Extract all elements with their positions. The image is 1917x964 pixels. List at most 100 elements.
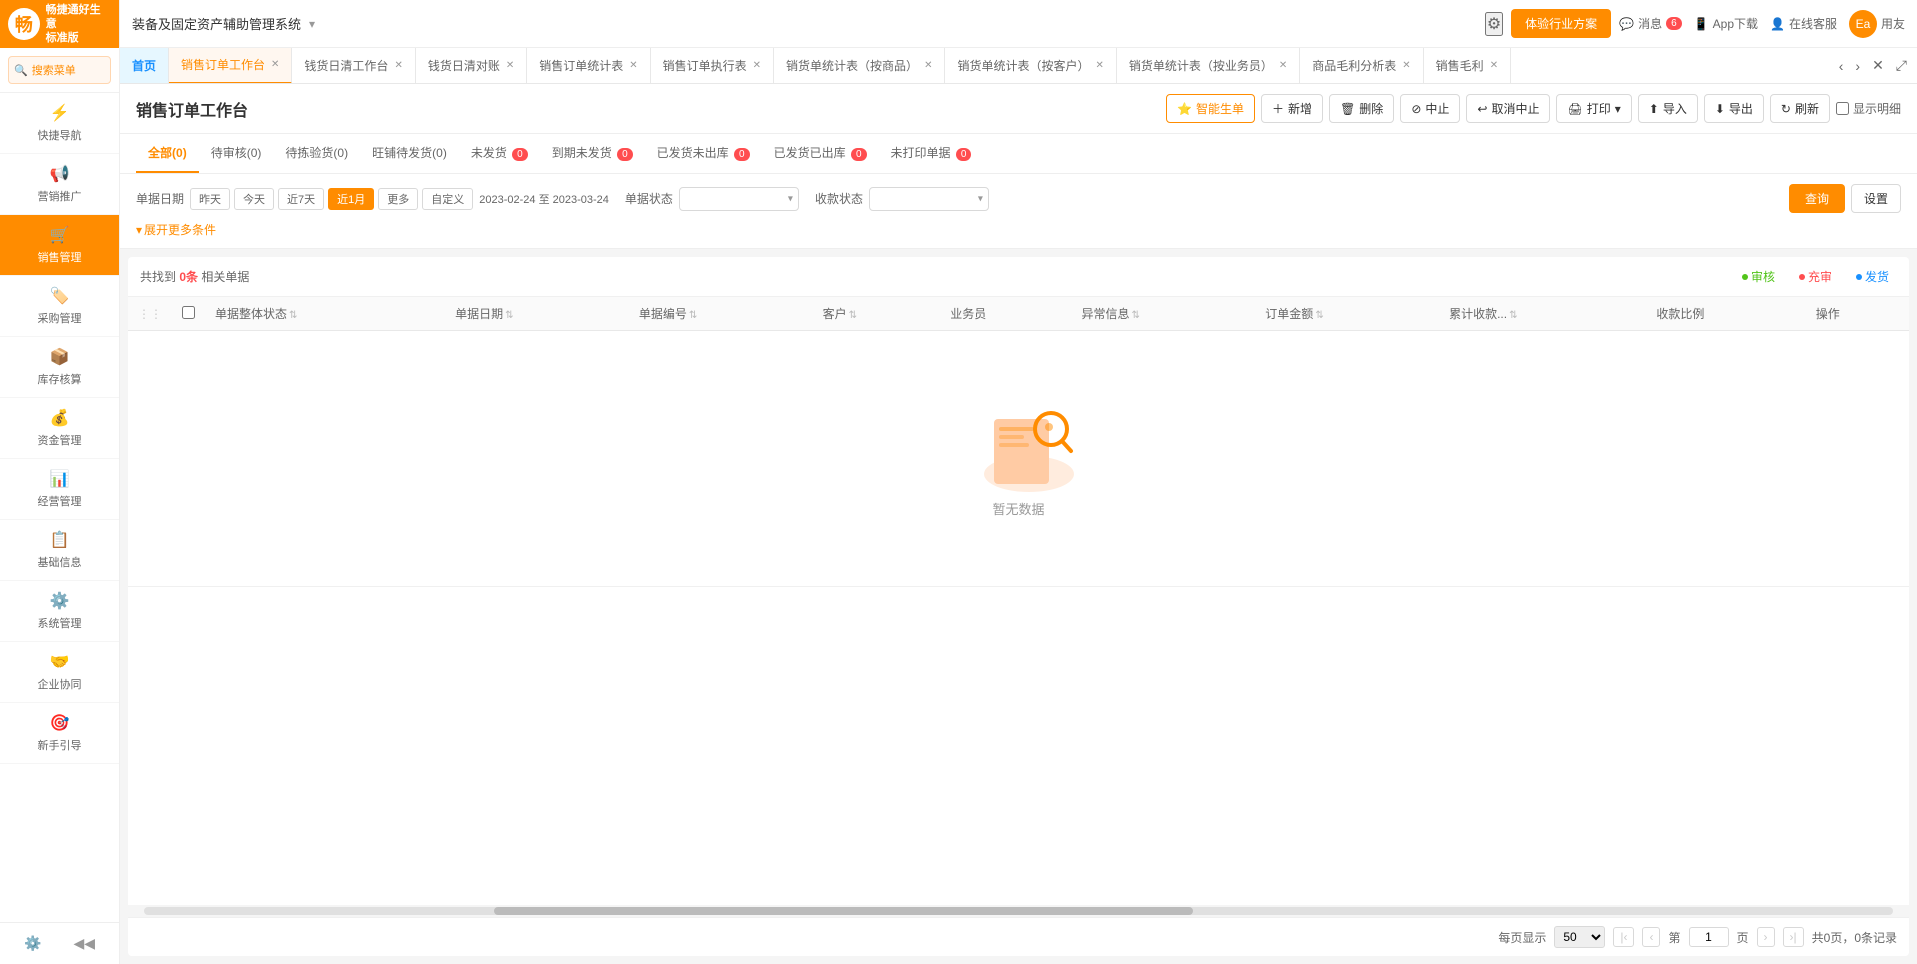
tab-close-sales-exec[interactable]: ✕ [753, 60, 761, 71]
tab-sales-sum-customer[interactable]: 销货单统计表（按客户） ✕ [945, 48, 1116, 84]
tab-home[interactable]: 首页 [120, 48, 169, 84]
message-button[interactable]: 💬 消息 6 [1619, 15, 1682, 32]
ship-action-button[interactable]: 发货 [1848, 265, 1897, 288]
tab-sales-sum-staff[interactable]: 销货单统计表（按业务员） ✕ [1117, 48, 1300, 84]
tab-close-sales-sum-product[interactable]: ✕ [924, 60, 932, 71]
next-page-button[interactable]: › [1757, 927, 1775, 947]
tab-close-all-button[interactable]: ✕ [1868, 55, 1888, 76]
collapse-sidebar-button[interactable]: ◀◀ [69, 931, 99, 956]
select-all-checkbox[interactable] [182, 306, 195, 319]
tab-cash-daily[interactable]: 钱货日清工作台 ✕ [292, 48, 415, 84]
sub-tab-all[interactable]: 全部(0) [136, 134, 199, 173]
query-button[interactable]: 查询 [1789, 184, 1845, 213]
tab-close-sales-profit[interactable]: ✕ [1490, 60, 1498, 71]
sub-tab-not-shipped[interactable]: 未发货 0 [459, 134, 540, 173]
sidebar-item-inventory[interactable]: 📦 库存核算 [0, 337, 119, 398]
filter-payment-label: 收款状态 [815, 190, 863, 207]
show-detail-checkbox[interactable] [1836, 102, 1849, 115]
expand-filter-button[interactable]: ▾ 展开更多条件 [136, 221, 216, 238]
tab-close-product-margin[interactable]: ✕ [1402, 60, 1410, 71]
purchase-icon: 🏷️ [50, 286, 70, 306]
tab-sales-exec[interactable]: 销售订单执行表 ✕ [651, 48, 774, 84]
sub-tab-shipped-not-out[interactable]: 已发货未出库 0 [645, 134, 762, 173]
sort-customer-icon[interactable]: ⇅ [849, 310, 857, 321]
prev-page-button[interactable]: ‹ [1642, 927, 1660, 947]
sub-tab-shipped-out[interactable]: 已发货已出库 0 [762, 134, 879, 173]
sidebar-item-finance[interactable]: 💰 资金管理 [0, 398, 119, 459]
cancel-stop-button[interactable]: ↩ 取消中止 [1466, 94, 1550, 123]
online-service-button[interactable]: 👤 在线客服 [1770, 15, 1837, 32]
user-avatar: Ea [1849, 10, 1877, 38]
sidebar-item-guide[interactable]: 🎯 新手引导 [0, 703, 119, 764]
show-detail-label: 显示明细 [1836, 100, 1901, 117]
first-page-button[interactable]: |‹ [1613, 927, 1634, 947]
sort-abnormal-icon[interactable]: ⇅ [1132, 310, 1140, 321]
tab-close-sales-sum-customer[interactable]: ✕ [1095, 60, 1103, 71]
sidebar-item-quick-nav[interactable]: ⚡ 快捷导航 [0, 93, 119, 154]
tab-sales-profit[interactable]: 销售毛利 ✕ [1424, 48, 1511, 84]
tab-sales-stats[interactable]: 销售订单统计表 ✕ [527, 48, 650, 84]
sub-tab-pending[interactable]: 待审核(0) [199, 134, 274, 173]
sidebar-item-purchase[interactable]: 🏷️ 采购管理 [0, 276, 119, 337]
tab-sales-sum-product[interactable]: 销货单统计表（按商品） ✕ [774, 48, 945, 84]
sidebar-item-operations[interactable]: 📊 经营管理 [0, 459, 119, 520]
tab-close-sales-sum-staff[interactable]: ✕ [1279, 60, 1287, 71]
sort-amount-icon[interactable]: ⇅ [1315, 310, 1323, 321]
sub-tab-wangpu[interactable]: 旺铺待发货(0) [360, 134, 459, 173]
filter-date-yesterday[interactable]: 昨天 [190, 188, 230, 210]
smart-order-button[interactable]: ⭐ 智能生单 [1166, 94, 1255, 123]
sort-status-icon[interactable]: ⇅ [289, 310, 297, 321]
sidebar-item-enterprise[interactable]: 🤝 企业协同 [0, 642, 119, 703]
print-button[interactable]: 🖨 打印 ▾ [1556, 94, 1631, 123]
tab-close-cash-reconcile[interactable]: ✕ [506, 60, 514, 71]
sub-tab-overdue-ship[interactable]: 到期未发货 0 [540, 134, 645, 173]
page-input[interactable] [1689, 927, 1729, 947]
tab-close-sales-order-desk[interactable]: ✕ [271, 59, 279, 70]
pagination: 每页显示 10 20 50 100 |‹ ‹ 第 页 › ›| 共0页，0条记录 [128, 917, 1909, 956]
filter-date-today[interactable]: 今天 [234, 188, 274, 210]
sidebar-item-marketing[interactable]: 📢 营销推广 [0, 154, 119, 215]
industry-solution-button[interactable]: 体验行业方案 [1511, 9, 1611, 38]
tab-fullscreen-button[interactable]: ⤢ [1892, 55, 1911, 76]
search-menu-button[interactable]: 🔍 搜索菜单 [8, 56, 111, 84]
sidebar-item-basic[interactable]: 📋 基础信息 [0, 520, 119, 581]
add-button[interactable]: ＋ 新增 [1261, 94, 1323, 123]
tab-next-button[interactable]: › [1851, 56, 1864, 76]
col-amount: 订单金额⇅ [1255, 297, 1439, 331]
filter-payment-select[interactable] [869, 187, 989, 211]
tab-sales-order-desk[interactable]: 销售订单工作台 ✕ [169, 48, 292, 84]
sub-tab-pending-check[interactable]: 待拣验货(0) [273, 134, 360, 173]
delete-button[interactable]: 🗑 删除 [1329, 94, 1394, 123]
tab-cash-reconcile[interactable]: 钱货日清对账 ✕ [416, 48, 527, 84]
refresh-button[interactable]: ↻ 刷新 [1770, 94, 1830, 123]
sub-tab-not-printed[interactable]: 未打印单据 0 [879, 134, 984, 173]
per-page-select[interactable]: 10 20 50 100 [1554, 926, 1605, 948]
tab-product-margin[interactable]: 商品毛利分析表 ✕ [1300, 48, 1423, 84]
stop-button[interactable]: ⊘ 中止 [1400, 94, 1460, 123]
horizontal-scrollbar-thumb[interactable] [494, 907, 1194, 915]
import-button[interactable]: ⬆ 导入 [1638, 94, 1698, 123]
sort-date-icon[interactable]: ⇅ [505, 310, 513, 321]
last-page-button[interactable]: ›| [1783, 927, 1804, 947]
tab-close-cash-daily[interactable]: ✕ [394, 60, 402, 71]
filter-date-7days[interactable]: 近7天 [278, 188, 324, 210]
app-download-button[interactable]: 📱 App下载 [1694, 15, 1758, 32]
filter-date-more[interactable]: 更多 [378, 188, 418, 210]
user-menu-button[interactable]: Ea 用友 [1849, 10, 1905, 38]
audit-action-button[interactable]: 审核 [1734, 265, 1783, 288]
topbar-settings-button[interactable]: ⚙ [1485, 12, 1503, 36]
sidebar-item-system[interactable]: ⚙️ 系统管理 [0, 581, 119, 642]
sort-collected-icon[interactable]: ⇅ [1509, 310, 1517, 321]
export-button[interactable]: ⬇ 导出 [1704, 94, 1764, 123]
sort-number-icon[interactable]: ⇅ [689, 310, 697, 321]
set-button[interactable]: 设置 [1851, 184, 1901, 213]
filter-date-1month[interactable]: 近1月 [328, 188, 374, 210]
cancel-audit-action-button[interactable]: 充审 [1791, 265, 1840, 288]
filter-status-select[interactable] [679, 187, 799, 211]
settings-bottom-button[interactable]: ⚙️ [20, 931, 45, 956]
tab-close-sales-stats[interactable]: ✕ [629, 60, 637, 71]
tab-prev-button[interactable]: ‹ [1835, 56, 1848, 76]
topbar-right: 💬 消息 6 📱 App下载 👤 在线客服 Ea 用友 [1619, 10, 1905, 38]
filter-date-custom[interactable]: 自定义 [422, 188, 473, 210]
sidebar-item-sales[interactable]: 🛒 销售管理 [0, 215, 119, 276]
